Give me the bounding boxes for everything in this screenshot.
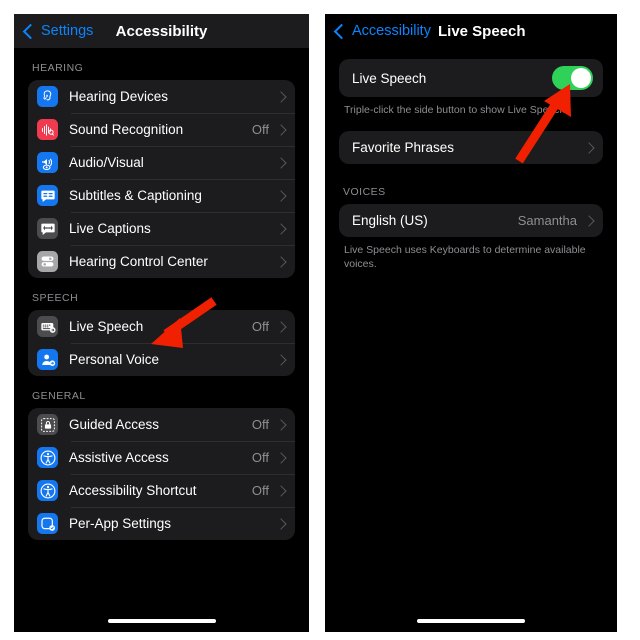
row-label: Hearing Devices	[69, 89, 169, 104]
live-speech-icon	[37, 316, 58, 337]
row-accessibility-shortcut[interactable]: Accessibility Shortcut Off	[28, 474, 295, 507]
chevron-right-icon	[275, 320, 287, 333]
switch-knob	[571, 68, 591, 88]
chevron-right-icon	[275, 123, 287, 136]
row-value: Off	[251, 417, 269, 432]
chevron-right-icon	[583, 142, 595, 154]
back-button-label: Settings	[41, 23, 94, 39]
accessibility-shortcut-icon	[37, 480, 58, 501]
row-value: Off	[251, 122, 269, 137]
sound-recognition-icon	[37, 119, 58, 140]
speech-card: Live Speech Off Personal Voice	[28, 310, 295, 376]
row-label: Favorite Phrases	[352, 140, 455, 156]
row-live-speech-toggle[interactable]: Live Speech	[339, 59, 603, 97]
assistive-access-icon	[37, 447, 58, 468]
row-english-us[interactable]: English (US) Samantha	[339, 204, 603, 237]
per-app-settings-icon	[37, 513, 58, 534]
chevron-right-icon	[275, 189, 287, 202]
row-sound-recognition[interactable]: Sound Recognition Off	[28, 113, 295, 146]
chevron-right-icon	[275, 418, 287, 431]
chevron-right-icon	[275, 517, 287, 530]
voices-footnote: Live Speech uses Keyboards to determine …	[344, 244, 586, 271]
row-label: Live Captions	[69, 221, 151, 236]
chevron-right-icon	[275, 484, 287, 497]
back-to-settings-button[interactable]: Settings	[22, 23, 94, 39]
row-label: English (US)	[352, 213, 428, 229]
hearing-devices-icon	[37, 86, 58, 107]
row-value: Off	[251, 450, 269, 465]
row-hearing-control-center[interactable]: Hearing Control Center	[28, 245, 295, 278]
section-header-voices: VOICES	[343, 186, 386, 199]
guided-access-icon	[37, 414, 58, 435]
chevron-right-icon	[275, 156, 287, 169]
back-button-label: Accessibility	[352, 23, 431, 39]
row-audio-visual[interactable]: Audio/Visual	[28, 146, 295, 179]
chevron-right-icon	[275, 353, 287, 366]
row-hearing-devices[interactable]: Hearing Devices	[28, 80, 295, 113]
right-phone-screen: Accessibility Live Speech Live Speech Tr…	[325, 14, 617, 632]
chevron-left-icon	[22, 23, 39, 39]
live-speech-footnote: Triple-click the side button to show Liv…	[344, 104, 569, 116]
row-label: Assistive Access	[69, 450, 169, 465]
home-indicator	[107, 618, 216, 623]
row-value: Off	[251, 483, 269, 498]
general-card: Guided Access Off Assistive Access Off A…	[28, 408, 295, 540]
section-header-hearing: HEARING	[32, 62, 84, 74]
chevron-right-icon	[275, 255, 287, 268]
row-value: Off	[251, 319, 269, 334]
home-indicator	[417, 618, 525, 623]
hearing-card: Hearing Devices Sound Recognition Off Au…	[28, 80, 295, 278]
screenshot-canvas: Settings Accessibility HEARING Hearing D…	[0, 0, 640, 640]
row-label: Live Speech	[69, 319, 144, 334]
section-header-general: GENERAL	[32, 390, 86, 402]
row-personal-voice[interactable]: Personal Voice	[28, 343, 295, 376]
row-live-speech[interactable]: Live Speech Off	[28, 310, 295, 343]
row-assistive-access[interactable]: Assistive Access Off	[28, 441, 295, 474]
personal-voice-icon	[37, 349, 58, 370]
row-label: Sound Recognition	[69, 122, 184, 137]
right-content: Live Speech Triple-click the side button…	[325, 48, 617, 272]
row-label: Accessibility Shortcut	[69, 483, 197, 498]
chevron-right-icon	[275, 451, 287, 464]
voices-card: English (US) Samantha	[339, 204, 603, 238]
live-captions-icon	[37, 218, 58, 239]
chevron-right-icon	[275, 90, 287, 103]
row-value: Samantha	[517, 213, 577, 229]
row-label: Guided Access	[69, 417, 160, 432]
row-subtitles-captioning[interactable]: Subtitles & Captioning	[28, 179, 295, 212]
row-label: Live Speech	[352, 70, 427, 86]
section-header-speech: SPEECH	[32, 292, 79, 304]
row-guided-access[interactable]: Guided Access Off	[28, 408, 295, 441]
row-live-captions[interactable]: Live Captions	[28, 212, 295, 245]
audio-visual-icon	[37, 152, 58, 173]
row-favorite-phrases[interactable]: Favorite Phrases	[339, 131, 603, 164]
left-nav-bar: Settings Accessibility	[14, 14, 309, 48]
left-content: HEARING Hearing Devices Sound Recognitio…	[14, 48, 309, 540]
row-label: Personal Voice	[69, 352, 160, 367]
chevron-right-icon	[275, 222, 287, 235]
chevron-left-icon	[333, 23, 350, 39]
left-phone-screen: Settings Accessibility HEARING Hearing D…	[14, 14, 309, 632]
subtitles-captioning-icon	[37, 185, 58, 206]
page-title: Live Speech	[438, 22, 526, 40]
row-label: Hearing Control Center	[69, 254, 208, 269]
favorite-phrases-card: Favorite Phrases	[339, 131, 603, 165]
back-to-accessibility-button[interactable]: Accessibility	[333, 23, 431, 39]
live-speech-switch[interactable]	[552, 66, 593, 90]
right-nav-bar: Accessibility Live Speech	[325, 14, 617, 48]
hearing-control-center-icon	[37, 251, 58, 272]
live-speech-toggle-card: Live Speech	[339, 59, 603, 97]
row-label: Audio/Visual	[69, 155, 144, 170]
row-per-app-settings[interactable]: Per-App Settings	[28, 507, 295, 540]
row-label: Subtitles & Captioning	[69, 188, 202, 203]
chevron-right-icon	[583, 215, 595, 227]
row-label: Per-App Settings	[69, 516, 172, 531]
